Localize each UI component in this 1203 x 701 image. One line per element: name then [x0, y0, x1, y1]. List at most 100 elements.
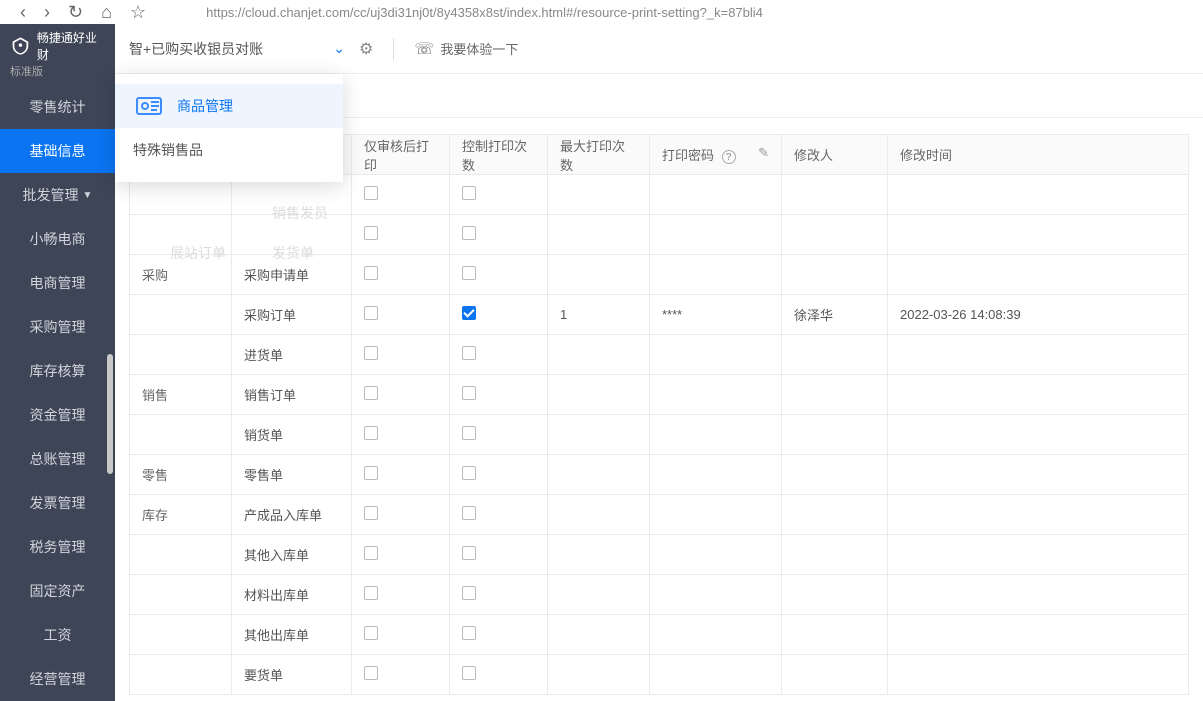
experience-link[interactable]: ☏ 我要体验一下 [414, 39, 518, 59]
cell-max [548, 335, 650, 375]
cell-time [888, 455, 1189, 495]
star-icon[interactable]: ☆ [130, 2, 146, 23]
audit-checkbox[interactable] [364, 306, 378, 320]
ctrl-checkbox[interactable] [462, 226, 476, 240]
sidebar-item-10[interactable]: 税务管理 [0, 525, 115, 569]
cell-category [130, 295, 232, 335]
audit-checkbox[interactable] [364, 506, 378, 520]
sidebar-item-0[interactable]: 零售统计 [0, 85, 115, 129]
cell-max [548, 175, 650, 215]
home-icon[interactable]: ⌂ [101, 2, 112, 23]
browser-toolbar: ‹ › ↻ ⌂ ☆ https://cloud.chanjet.com/cc/u… [0, 0, 1203, 24]
edit-icon[interactable]: ✎ [758, 145, 769, 161]
cell-password [650, 615, 782, 655]
ctrl-checkbox[interactable] [462, 546, 476, 560]
ctrl-checkbox[interactable] [462, 346, 476, 360]
col-header-modtime: 修改时间 [888, 135, 1189, 175]
cell-doc: 零售单 [232, 455, 352, 495]
sidebar-item-7[interactable]: 资金管理 [0, 393, 115, 437]
gear-icon[interactable]: ⚙ [359, 39, 373, 59]
org-selector[interactable]: 智+已购买收银员对账 ⌄ [129, 39, 349, 59]
back-icon[interactable]: ‹ [20, 2, 26, 23]
audit-checkbox[interactable] [364, 666, 378, 680]
cell-category: 零售 [130, 455, 232, 495]
sidebar-item-2[interactable]: 批发管理▼ [0, 173, 115, 217]
cell-ctrl [450, 615, 548, 655]
sidebar-item-1[interactable]: 基础信息 [0, 129, 115, 173]
ctrl-checkbox[interactable] [462, 186, 476, 200]
sidebar-item-11[interactable]: 固定资产 [0, 569, 115, 613]
flyout-item-label: 商品管理 [177, 96, 233, 116]
sidebar-item-4[interactable]: 电商管理 [0, 261, 115, 305]
cell-modifier: 徐泽华 [782, 295, 888, 335]
cell-ctrl [450, 295, 548, 335]
ctrl-checkbox[interactable] [462, 306, 476, 320]
ctrl-checkbox[interactable] [462, 426, 476, 440]
cell-audit [352, 455, 450, 495]
experience-label: 我要体验一下 [440, 39, 518, 58]
cell-audit [352, 575, 450, 615]
flyout-item-0[interactable]: 商品管理 [115, 84, 343, 128]
cell-modifier [782, 215, 888, 255]
audit-checkbox[interactable] [364, 426, 378, 440]
cell-ctrl [450, 495, 548, 535]
table-row: 采购采购申请单 [130, 255, 1189, 295]
cell-category: 库存 [130, 495, 232, 535]
sidebar-item-8[interactable]: 总账管理 [0, 437, 115, 481]
audit-checkbox[interactable] [364, 226, 378, 240]
cell-password [650, 455, 782, 495]
sidebar-item-3[interactable]: 小畅电商 [0, 217, 115, 261]
cell-time [888, 175, 1189, 215]
cell-category [130, 535, 232, 575]
cell-doc [232, 215, 352, 255]
cell-password [650, 575, 782, 615]
col-header-audit: 仅审核后打印 [352, 135, 450, 175]
sidebar-scrollbar[interactable] [107, 354, 113, 474]
cell-max [548, 415, 650, 455]
forward-icon[interactable]: › [44, 2, 50, 23]
cell-audit [352, 535, 450, 575]
table-container: 仅审核后打印 控制打印次数 最大打印次数 打印密码 ? ✎ 修改人 修改时间 采… [115, 118, 1203, 701]
cell-modifier [782, 615, 888, 655]
org-name: 智+已购买收银员对账 [129, 39, 263, 59]
table-row: 采购订单1****徐泽华2022-03-26 14:08:39 [130, 295, 1189, 335]
help-icon[interactable]: ? [722, 150, 736, 164]
cell-doc: 销货单 [232, 415, 352, 455]
cell-time [888, 415, 1189, 455]
cell-password: **** [650, 295, 782, 335]
ctrl-checkbox[interactable] [462, 506, 476, 520]
flyout-item-1[interactable]: 特殊销售品 [115, 128, 343, 172]
table-row: 进货单 [130, 335, 1189, 375]
ctrl-checkbox[interactable] [462, 626, 476, 640]
url-bar[interactable]: https://cloud.chanjet.com/cc/uj3di31nj0t… [206, 5, 763, 20]
cell-password [650, 215, 782, 255]
cell-max [548, 455, 650, 495]
sidebar-item-5[interactable]: 采购管理 [0, 305, 115, 349]
cell-audit [352, 495, 450, 535]
table-row: 库存产成品入库单 [130, 495, 1189, 535]
audit-checkbox[interactable] [364, 386, 378, 400]
cell-ctrl [450, 575, 548, 615]
sidebar-item-12[interactable]: 工资 [0, 613, 115, 657]
sidebar-item-13[interactable]: 经营管理 [0, 657, 115, 701]
cell-doc: 销售订单 [232, 375, 352, 415]
cell-category: 销售 [130, 375, 232, 415]
audit-checkbox[interactable] [364, 546, 378, 560]
audit-checkbox[interactable] [364, 266, 378, 280]
ctrl-checkbox[interactable] [462, 466, 476, 480]
audit-checkbox[interactable] [364, 186, 378, 200]
ctrl-checkbox[interactable] [462, 386, 476, 400]
cell-audit [352, 215, 450, 255]
ctrl-checkbox[interactable] [462, 586, 476, 600]
sidebar-item-9[interactable]: 发票管理 [0, 481, 115, 525]
audit-checkbox[interactable] [364, 626, 378, 640]
ctrl-checkbox[interactable] [462, 266, 476, 280]
cell-ctrl [450, 255, 548, 295]
refresh-icon[interactable]: ↻ [68, 2, 83, 23]
audit-checkbox[interactable] [364, 466, 378, 480]
audit-checkbox[interactable] [364, 346, 378, 360]
cell-category [130, 215, 232, 255]
audit-checkbox[interactable] [364, 586, 378, 600]
ctrl-checkbox[interactable] [462, 666, 476, 680]
sidebar-item-6[interactable]: 库存核算 [0, 349, 115, 393]
